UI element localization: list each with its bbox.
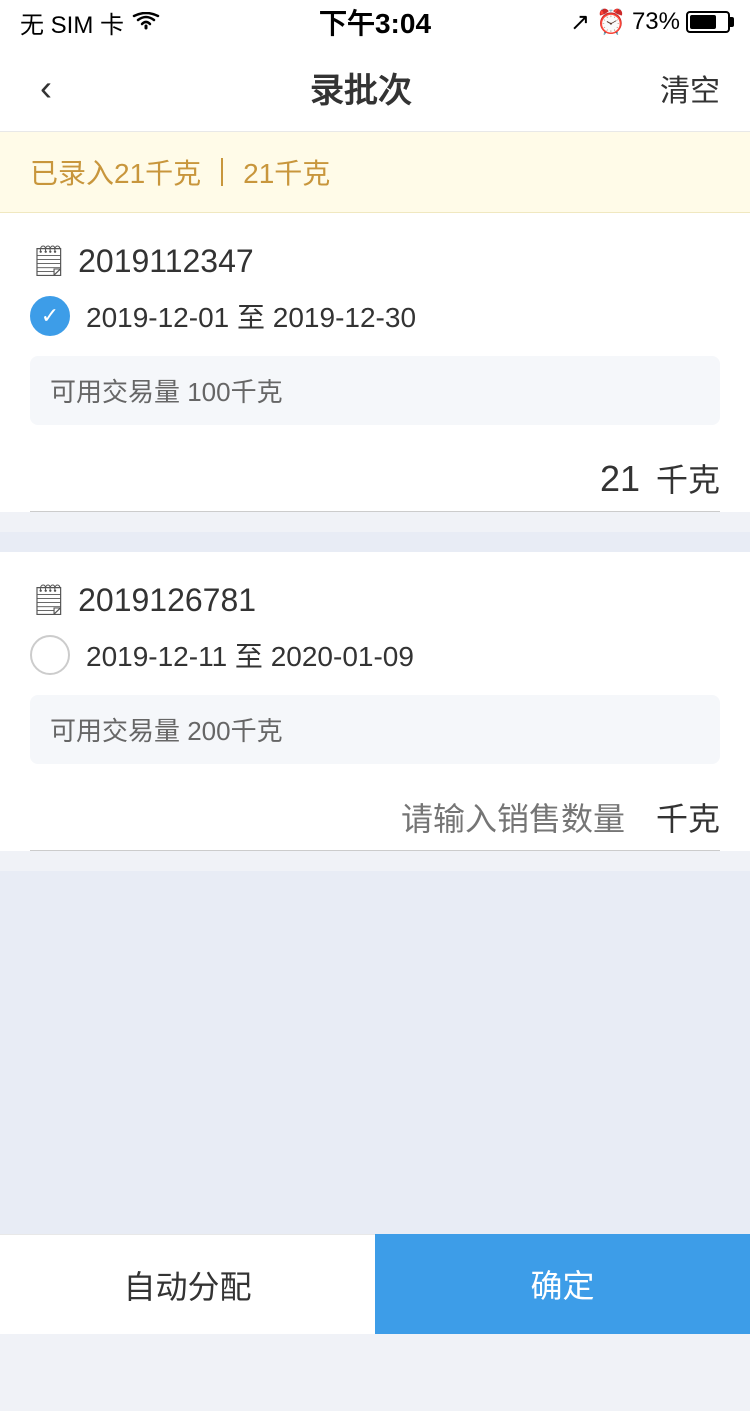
confirm-button[interactable]: 确定 — [375, 1234, 750, 1334]
batch-date-row-2[interactable]: 2019-12-11 至 2020-01-09 — [30, 635, 720, 675]
nav-bar: ‹ 录批次 清空 — [0, 44, 750, 132]
batch-doc-icon-1: 🗒 — [30, 244, 68, 279]
wifi-icon — [132, 12, 160, 32]
input-row-2: 千克 — [0, 784, 750, 840]
quantity-input-2[interactable] — [340, 801, 640, 838]
total-label: 21千克 — [243, 152, 330, 192]
radio-unselected-2[interactable] — [30, 635, 70, 675]
section-separator — [0, 532, 750, 552]
status-right: ↗ ⏰ 73% — [570, 8, 730, 37]
summary-banner: 已录入21千克 21千克 — [0, 132, 750, 213]
content-area: 已录入21千克 21千克 🗒 2019112347 ✓ 2019-12-01 至… — [0, 132, 750, 1411]
batch-id-2: 2019126781 — [78, 582, 256, 619]
input-divider-2 — [30, 850, 720, 851]
location-icon: ↗ — [570, 8, 590, 37]
batch-card-2-body: 🗒 2019126781 2019-12-11 至 2020-01-09 可用交… — [0, 552, 750, 764]
batch-date-row-1[interactable]: ✓ 2019-12-01 至 2019-12-30 — [30, 296, 720, 336]
status-left: 无 SIM 卡 — [20, 5, 160, 40]
summary-divider — [221, 158, 223, 186]
available-row-1: 可用交易量 100千克 — [30, 356, 720, 425]
bottom-bar: 自动分配 确定 — [0, 1234, 750, 1334]
status-bar: 无 SIM 卡 下午3:04 ↗ ⏰ 73% — [0, 0, 750, 44]
back-button[interactable]: ‹ — [30, 57, 62, 119]
batch-id-1: 2019112347 — [78, 243, 254, 280]
battery-icon — [686, 11, 730, 33]
batch-id-row-2: 🗒 2019126781 — [30, 582, 720, 619]
quantity-divider-1 — [30, 511, 720, 512]
batch-card-2: 🗒 2019126781 2019-12-11 至 2020-01-09 可用交… — [0, 552, 750, 851]
carrier-text: 无 SIM 卡 — [20, 5, 124, 40]
batch-date-2: 2019-12-11 至 2020-01-09 — [86, 635, 414, 675]
input-unit-2: 千克 — [656, 794, 720, 840]
alarm-icon: ⏰ — [596, 8, 626, 37]
auto-distribute-button[interactable]: 自动分配 — [0, 1234, 375, 1334]
available-row-2: 可用交易量 200千克 — [30, 695, 720, 764]
batch-card-1-body: 🗒 2019112347 ✓ 2019-12-01 至 2019-12-30 可… — [0, 213, 750, 425]
status-time: 下午3:04 — [319, 2, 431, 42]
quantity-unit-1: 千克 — [656, 455, 720, 501]
batch-doc-icon-2: 🗒 — [30, 583, 68, 618]
battery-fill — [690, 15, 716, 29]
clear-button[interactable]: 清空 — [660, 66, 720, 110]
checkmark-icon-1: ✓ — [41, 303, 59, 329]
batch-card-1: 🗒 2019112347 ✓ 2019-12-01 至 2019-12-30 可… — [0, 213, 750, 512]
batch-id-row-1: 🗒 2019112347 — [30, 243, 720, 280]
radio-selected-1[interactable]: ✓ — [30, 296, 70, 336]
quantity-row-1: 21 千克 — [0, 445, 750, 501]
batch-date-1: 2019-12-01 至 2019-12-30 — [86, 296, 416, 336]
quantity-value-1: 21 — [600, 458, 640, 500]
page-title: 录批次 — [310, 63, 412, 112]
recorded-label: 已录入21千克 — [30, 152, 201, 192]
battery-percent: 73% — [632, 8, 680, 36]
